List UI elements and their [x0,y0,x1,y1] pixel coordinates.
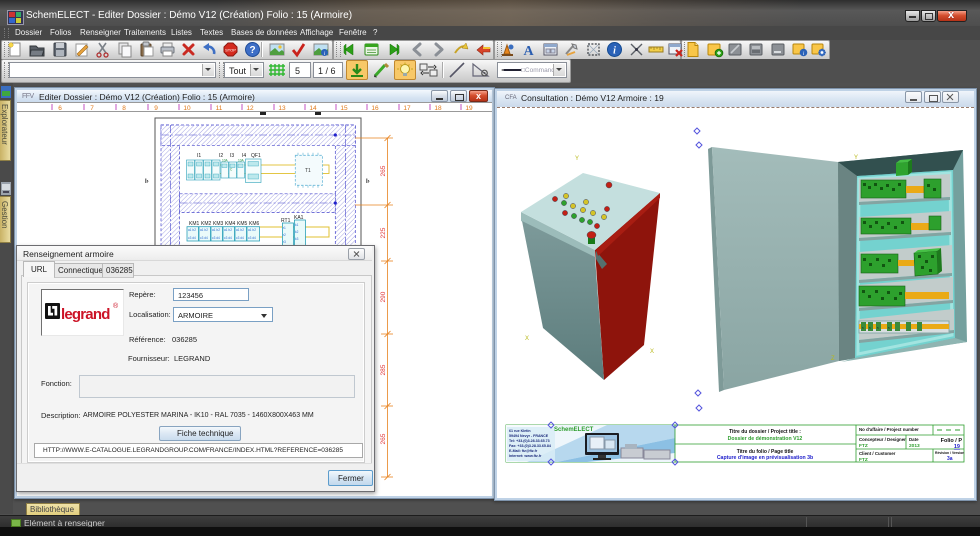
svg-text:61 rue Kletin: 61 rue Kletin [509,429,531,433]
svg-text:3a: 3a [947,456,953,462]
svg-text:18: 18 [434,105,442,111]
svg-text:6: 6 [58,105,62,111]
svg-text:Y: Y [854,155,858,161]
svg-text:KM6: KM6 [249,221,260,227]
svg-text:10A: 10A [222,159,229,163]
svg-text:265: 265 [380,433,387,444]
svg-text:10A: 10A [238,159,245,163]
svg-text:19: 19 [954,444,960,450]
svg-text:FTZ: FTZ [859,457,868,463]
svg-text:a1 b2: a1 b2 [248,228,256,232]
svg-text:9: 9 [154,105,158,111]
svg-text:a1 b2: a1 b2 [212,228,220,232]
svg-text:KM4: KM4 [225,221,236,227]
svg-text:c3 d4: c3 d4 [212,236,220,240]
svg-text:Révision / Version: Révision / Version [935,451,964,455]
svg-text:r1: r1 [283,226,286,230]
svg-text:I›: I› [145,179,149,185]
svg-text:15: 15 [340,105,348,111]
svg-text:c3 d4: c3 d4 [200,236,208,240]
svg-text:KM2: KM2 [201,221,212,227]
svg-text:I3: I3 [230,153,234,159]
svg-text:I›: I› [366,179,370,185]
svg-text:QF1: QF1 [251,153,261,159]
svg-text:legrand: legrand [61,306,110,323]
svg-text:k3: k3 [295,237,299,241]
svg-text:265: 265 [380,165,387,176]
svg-text:c3 d4: c3 d4 [248,236,256,240]
svg-text:13: 13 [278,105,286,111]
svg-text:KM1: KM1 [189,221,200,227]
svg-text:17: 17 [403,105,411,111]
svg-text:k2: k2 [295,230,299,234]
svg-text:r3: r3 [283,240,286,244]
svg-text:No d'affaire / Project number: No d'affaire / Project number [859,427,919,432]
svg-text:2013: 2013 [909,443,920,449]
svg-text:16: 16 [371,105,379,111]
svg-text:a1 b2: a1 b2 [188,228,196,232]
svg-text:i: i [613,46,616,57]
svg-text:A: A [523,44,534,59]
svg-text:k1: k1 [295,223,299,227]
svg-text:19: 19 [465,105,473,111]
svg-text:SchemELECT: SchemELECT [554,427,594,433]
svg-text:Dossier de démonstration V12: Dossier de démonstration V12 [728,436,803,442]
svg-text:FTZ: FTZ [859,443,868,449]
svg-text:Concepteur / Designer: Concepteur / Designer [859,437,906,442]
svg-text:E-Mail: ftz@ftz.fr: E-Mail: ftz@ftz.fr [509,449,538,453]
svg-text:290: 290 [380,291,387,302]
svg-text:?: ? [249,45,255,56]
svg-text:T1: T1 [305,168,311,174]
svg-text:Client / Customer: Client / Customer [859,451,896,456]
svg-text:Capture d'image en prévisualis: Capture d'image en prévisualisation 3b [717,455,813,461]
svg-text:a1 b2: a1 b2 [200,228,208,232]
svg-text:Y: Y [575,156,579,162]
svg-text:Internet: www.ftz.fr: Internet: www.ftz.fr [509,454,542,458]
svg-text:Z: Z [831,356,835,362]
svg-text:11: 11 [216,105,223,111]
svg-text:X: X [525,336,529,342]
svg-text:Fax: +33.(0)3.28.33.65.84: Fax: +33.(0)3.28.33.65.84 [509,444,551,448]
svg-text:Date: Date [909,437,919,442]
svg-text:10: 10 [183,105,191,111]
svg-text:Titre du dossier / Project tit: Titre du dossier / Project title : [729,429,801,435]
svg-text:®: ® [113,302,119,310]
svg-text:12: 12 [246,105,254,111]
svg-text:KM5: KM5 [237,221,248,227]
svg-text:c3 d4: c3 d4 [224,236,232,240]
svg-text:X: X [650,349,654,355]
svg-text:a1 b2: a1 b2 [224,228,232,232]
svg-text:c3 d4: c3 d4 [188,236,196,240]
svg-text:285: 285 [380,364,387,375]
svg-text:7: 7 [90,105,94,111]
svg-text:14: 14 [309,105,317,111]
svg-text:c3 d4: c3 d4 [236,236,244,240]
svg-text:a1 b2: a1 b2 [236,228,244,232]
svg-text:r2: r2 [283,233,286,237]
svg-text:Tel: +33.(0)3.28.33.65.73: Tel: +33.(0)3.28.33.65.73 [509,439,550,443]
svg-text:KM3: KM3 [213,221,224,227]
svg-text:8: 8 [122,105,126,111]
svg-text:59494 Nevyr - FRANCE: 59494 Nevyr - FRANCE [509,434,549,438]
svg-text:225: 225 [380,227,387,238]
svg-text:I1: I1 [197,153,201,159]
svg-text:STOP: STOP [225,48,236,53]
